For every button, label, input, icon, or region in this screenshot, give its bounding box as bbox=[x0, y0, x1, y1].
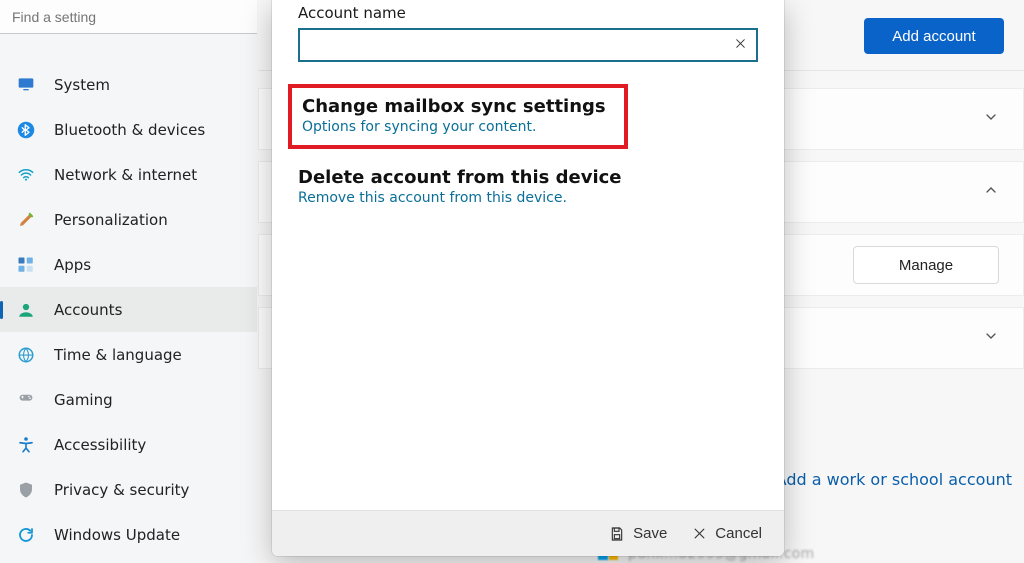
accessibility-icon bbox=[16, 435, 36, 455]
gamepad-icon bbox=[16, 390, 36, 410]
dialog-body: Account name Change mailbox sync setting… bbox=[272, 0, 784, 510]
close-icon bbox=[691, 526, 707, 542]
sidebar-item-label: System bbox=[54, 76, 241, 94]
option-subtitle: Remove this account from this device. bbox=[298, 190, 758, 206]
close-icon bbox=[734, 37, 747, 54]
clear-input-button[interactable] bbox=[724, 29, 756, 61]
bluetooth-icon bbox=[16, 120, 36, 140]
sidebar-item-personalization[interactable]: Personalization bbox=[0, 197, 257, 242]
sidebar-item-label: Accessibility bbox=[54, 436, 241, 454]
sidebar-item-label: Apps bbox=[54, 256, 241, 274]
sidebar-item-gaming[interactable]: Gaming bbox=[0, 377, 257, 422]
sidebar-item-windows-update[interactable]: Windows Update bbox=[0, 512, 257, 557]
sidebar-item-label: Accounts bbox=[54, 301, 241, 319]
sidebar-item-label: Personalization bbox=[54, 211, 241, 229]
option-subtitle: Options for syncing your content. bbox=[302, 119, 606, 135]
sidebar-item-label: Bluetooth & devices bbox=[54, 121, 241, 139]
sidebar-item-privacy[interactable]: Privacy & security bbox=[0, 467, 257, 512]
sidebar-nav: System Bluetooth & devices Network & int… bbox=[0, 62, 257, 557]
search-input[interactable] bbox=[0, 0, 257, 33]
sidebar-item-time-language[interactable]: Time & language bbox=[0, 332, 257, 377]
delete-account-option[interactable]: Delete account from this device Remove t… bbox=[298, 167, 758, 206]
chevron-down-icon bbox=[983, 328, 999, 348]
sidebar-item-accessibility[interactable]: Accessibility bbox=[0, 422, 257, 467]
option-title: Delete account from this device bbox=[298, 167, 758, 188]
sidebar-item-accounts[interactable]: Accounts bbox=[0, 287, 257, 332]
search-wrap bbox=[0, 0, 257, 34]
save-button[interactable]: Save bbox=[609, 525, 667, 542]
apps-icon bbox=[16, 255, 36, 275]
account-name-label: Account name bbox=[298, 4, 758, 22]
dialog-footer: Save Cancel bbox=[272, 510, 784, 556]
sidebar-item-label: Time & language bbox=[54, 346, 241, 364]
update-icon bbox=[16, 525, 36, 545]
person-icon bbox=[16, 300, 36, 320]
wifi-icon bbox=[16, 165, 36, 185]
sidebar-item-label: Windows Update bbox=[54, 526, 241, 544]
display-icon bbox=[16, 75, 36, 95]
sidebar-item-network[interactable]: Network & internet bbox=[0, 152, 257, 197]
chevron-up-icon bbox=[983, 182, 999, 202]
sidebar: System Bluetooth & devices Network & int… bbox=[0, 0, 258, 563]
cancel-button[interactable]: Cancel bbox=[691, 525, 762, 542]
sidebar-item-apps[interactable]: Apps bbox=[0, 242, 257, 287]
sidebar-item-label: Gaming bbox=[54, 391, 241, 409]
save-icon bbox=[609, 526, 625, 542]
sidebar-item-system[interactable]: System bbox=[0, 62, 257, 107]
globe-clock-icon bbox=[16, 345, 36, 365]
sidebar-item-bluetooth[interactable]: Bluetooth & devices bbox=[0, 107, 257, 152]
account-settings-dialog: Account name Change mailbox sync setting… bbox=[272, 0, 784, 556]
sidebar-item-label: Privacy & security bbox=[54, 481, 241, 499]
account-name-input[interactable] bbox=[300, 30, 724, 60]
manage-button[interactable]: Manage bbox=[853, 246, 999, 284]
sidebar-item-label: Network & internet bbox=[54, 166, 241, 184]
settings-window: System Bluetooth & devices Network & int… bbox=[0, 0, 1024, 563]
chevron-down-icon bbox=[983, 109, 999, 129]
cancel-button-label: Cancel bbox=[715, 525, 762, 542]
save-button-label: Save bbox=[633, 525, 667, 542]
paintbrush-icon bbox=[16, 210, 36, 230]
add-account-button[interactable]: Add account bbox=[864, 18, 1004, 54]
account-name-field-wrap bbox=[298, 28, 758, 62]
add-work-school-link[interactable]: Add a work or school account bbox=[776, 470, 1012, 489]
option-title: Change mailbox sync settings bbox=[302, 96, 606, 117]
change-sync-settings-option[interactable]: Change mailbox sync settings Options for… bbox=[288, 84, 628, 149]
shield-icon bbox=[16, 480, 36, 500]
